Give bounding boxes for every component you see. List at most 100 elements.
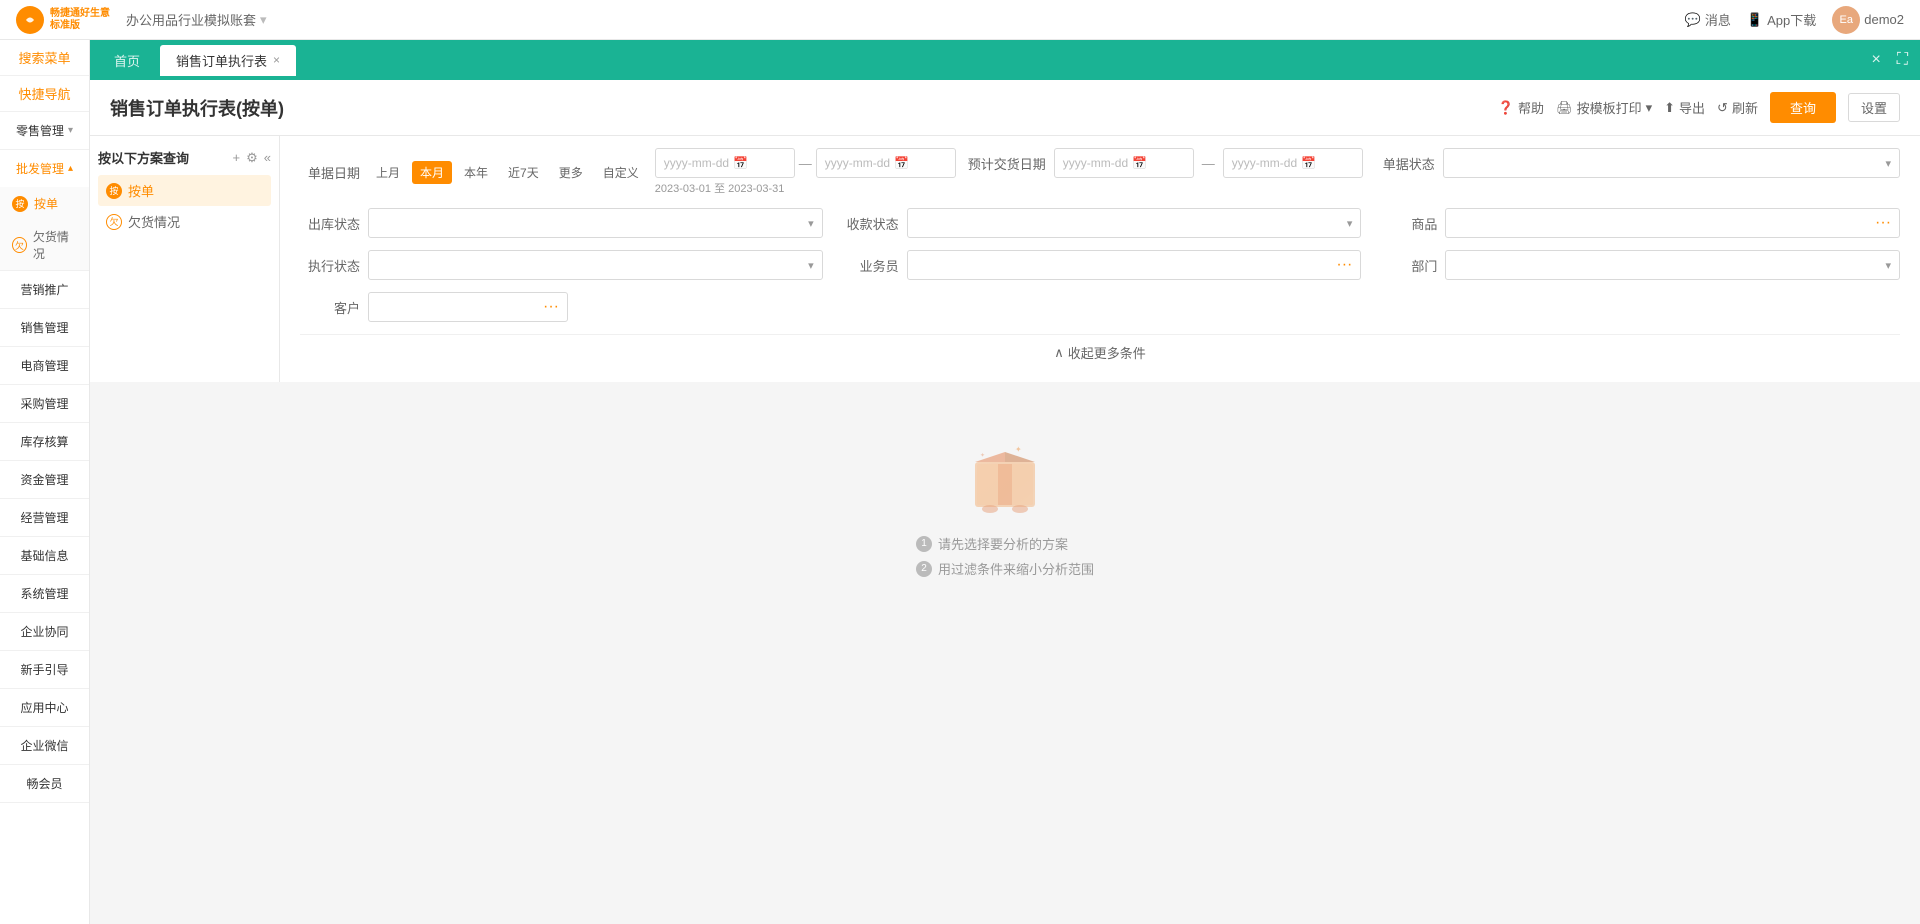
date-tab-more[interactable]: 更多 bbox=[551, 161, 591, 184]
sidebar-item-finance[interactable]: 资金管理 bbox=[0, 461, 89, 498]
ship-status-group: 出库状态 ▾ bbox=[300, 208, 823, 238]
expected-date-to-input[interactable]: yyyy-mm-dd 📅 bbox=[1223, 148, 1363, 178]
sidebar-item-marketing[interactable]: 营销推广 bbox=[0, 271, 89, 308]
empty-state: ✦ ✦ 1 请先选择要分析的方案 2 用过滤条件来缩小分析范围 bbox=[916, 422, 1094, 578]
side-filter-item-debt[interactable]: 欠 欠货情况 bbox=[98, 206, 271, 237]
messages-button[interactable]: 💬 消息 bbox=[1685, 10, 1731, 29]
sidebar-quick-nav[interactable]: 快捷导航 bbox=[0, 76, 89, 112]
sidebar-item-member[interactable]: 畅会员 bbox=[0, 765, 89, 802]
sidebar-item-inventory[interactable]: 库存核算 bbox=[0, 423, 89, 460]
sidebar-sub-item-by-order[interactable]: 按 按单 bbox=[0, 187, 89, 220]
sidebar-search[interactable]: 搜索菜单 bbox=[0, 40, 89, 76]
expected-date-from-placeholder: yyyy-mm-dd bbox=[1063, 156, 1128, 170]
collapse-bar[interactable]: ∧ 收起更多条件 bbox=[300, 334, 1900, 370]
customer-select[interactable]: ··· bbox=[368, 292, 568, 322]
date-tab-last-month[interactable]: 上月 bbox=[368, 161, 408, 184]
sidebar-section-inventory: 库存核算 bbox=[0, 423, 89, 461]
refresh-label: 刷新 bbox=[1732, 98, 1758, 117]
exec-status-arrow: ▾ bbox=[808, 259, 814, 272]
ship-status-label: 出库状态 bbox=[300, 214, 360, 233]
export-label: 导出 bbox=[1679, 98, 1705, 117]
doc-status-arrow: ▾ bbox=[1885, 157, 1891, 170]
help-button[interactable]: ❓ 帮助 bbox=[1498, 98, 1544, 117]
sidebar-item-sales[interactable]: 销售管理 bbox=[0, 309, 89, 346]
calendar-icon-exp-to: 📅 bbox=[1301, 156, 1316, 170]
salesperson-dots: ··· bbox=[1336, 256, 1352, 274]
product-group: 商品 ··· bbox=[1377, 208, 1900, 238]
sidebar-item-inventory-label: 库存核算 bbox=[20, 433, 68, 450]
payment-status-label: 收款状态 bbox=[839, 214, 899, 233]
sidebar-item-app-center[interactable]: 应用中心 bbox=[0, 689, 89, 726]
sidebar-item-member-label: 畅会员 bbox=[26, 775, 62, 792]
sidebar-section-enterprise: 企业协同 bbox=[0, 613, 89, 651]
tab-home[interactable]: 首页 bbox=[98, 45, 156, 76]
sidebar-item-retail[interactable]: 零售管理 ▾ bbox=[0, 112, 89, 149]
sidebar-section-ecommerce: 电商管理 bbox=[0, 347, 89, 385]
sidebar-item-operations[interactable]: 经营管理 bbox=[0, 499, 89, 536]
department-select[interactable]: ▾ bbox=[1445, 250, 1900, 280]
date-range-sep: — bbox=[799, 156, 812, 171]
department-label: 部门 bbox=[1377, 256, 1437, 275]
date-tab-custom[interactable]: 自定义 bbox=[595, 161, 647, 184]
doc-status-select[interactable]: ▾ bbox=[1443, 148, 1900, 178]
query-button[interactable]: 查询 bbox=[1770, 92, 1836, 123]
edit-scheme-icon[interactable]: ⚙ bbox=[246, 150, 258, 166]
sidebar-item-enterprise[interactable]: 企业协同 bbox=[0, 613, 89, 650]
exec-status-label: 执行状态 bbox=[300, 256, 360, 275]
salesperson-select[interactable]: ··· bbox=[907, 250, 1362, 280]
tab-expand-button[interactable]: ⛶ bbox=[1893, 47, 1912, 73]
tab-sales-exec-close[interactable]: × bbox=[273, 53, 280, 67]
print-button[interactable]: 🖨 按模板打印 ▾ bbox=[1556, 98, 1652, 117]
settings-button[interactable]: 设置 bbox=[1848, 93, 1900, 122]
sidebar-item-basic[interactable]: 基础信息 bbox=[0, 537, 89, 574]
filter-body: 按以下方案查询 + ⚙ « 按 按单 欠 欠货情况 bbox=[90, 136, 1920, 382]
retail-expand-icon: ▾ bbox=[68, 125, 73, 136]
filter-row-3: 执行状态 ▾ 业务员 ··· bbox=[300, 250, 1900, 280]
logo-area: 畅捷通好生意 标准版 bbox=[16, 6, 110, 34]
payment-status-select[interactable]: ▾ bbox=[907, 208, 1362, 238]
breadcrumb: 办公用品行业模拟账套 ▾ bbox=[126, 10, 267, 29]
sidebar-item-purchase[interactable]: 采购管理 bbox=[0, 385, 89, 422]
doc-status-label: 单据状态 bbox=[1375, 154, 1435, 173]
expected-date-sep: — bbox=[1202, 156, 1215, 171]
app-download-label: App下载 bbox=[1767, 10, 1816, 29]
sidebar-section-purchase: 采购管理 bbox=[0, 385, 89, 423]
sidebar-sub-item-debt[interactable]: 欠 欠货情况 bbox=[0, 220, 89, 270]
empty-tips: 1 请先选择要分析的方案 2 用过滤条件来缩小分析范围 bbox=[916, 534, 1094, 578]
expected-date-from-input[interactable]: yyyy-mm-dd 📅 bbox=[1054, 148, 1194, 178]
page-content: 销售订单执行表(按单) ❓ 帮助 🖨 按模板打印 ▾ ⬆ 导出 bbox=[90, 80, 1920, 924]
sidebar-item-newbie[interactable]: 新手引导 bbox=[0, 651, 89, 688]
date-tab-last7[interactable]: 近7天 bbox=[500, 161, 547, 184]
sidebar-item-system[interactable]: 系统管理 bbox=[0, 575, 89, 612]
date-tab-this-year[interactable]: 本年 bbox=[456, 161, 496, 184]
collapse-scheme-icon[interactable]: « bbox=[264, 150, 271, 166]
sidebar-item-wholesale[interactable]: 批发管理 ▴ bbox=[0, 150, 89, 187]
product-select[interactable]: ··· bbox=[1445, 208, 1900, 238]
tab-sales-exec-label: 销售订单执行表 bbox=[176, 51, 267, 70]
wholesale-expand-icon: ▴ bbox=[68, 163, 73, 174]
date-tab-this-month[interactable]: 本月 bbox=[412, 161, 452, 184]
date-from-input[interactable]: yyyy-mm-dd 📅 bbox=[655, 148, 795, 178]
tab-sales-exec[interactable]: 销售订单执行表 × bbox=[160, 45, 296, 76]
sidebar-item-app-center-label: 应用中心 bbox=[20, 699, 68, 716]
sidebar-item-wechat[interactable]: 企业微信 bbox=[0, 727, 89, 764]
export-button[interactable]: ⬆ 导出 bbox=[1664, 98, 1705, 117]
add-scheme-icon[interactable]: + bbox=[233, 150, 241, 166]
sidebar-section-basic: 基础信息 bbox=[0, 537, 89, 575]
export-icon: ⬆ bbox=[1664, 100, 1675, 116]
user-menu[interactable]: Ea demo2 bbox=[1832, 6, 1904, 34]
empty-tip-1: 1 请先选择要分析的方案 bbox=[916, 534, 1094, 553]
page-title: 销售订单执行表(按单) bbox=[110, 95, 284, 121]
tip-1-text: 请先选择要分析的方案 bbox=[938, 534, 1068, 553]
logo-text: 畅捷通好生意 标准版 bbox=[50, 8, 110, 32]
date-to-input[interactable]: yyyy-mm-dd 📅 bbox=[816, 148, 956, 178]
ship-status-select[interactable]: ▾ bbox=[368, 208, 823, 238]
refresh-button[interactable]: ↺ 刷新 bbox=[1717, 98, 1758, 117]
app-download-button[interactable]: 📱 App下载 bbox=[1747, 10, 1816, 29]
exec-status-select[interactable]: ▾ bbox=[368, 250, 823, 280]
date-range-text: 2023-03-01 至 2023-03-31 bbox=[655, 180, 956, 196]
tab-home-label: 首页 bbox=[114, 51, 140, 70]
sidebar-item-ecommerce[interactable]: 电商管理 bbox=[0, 347, 89, 384]
side-filter-item-by-order[interactable]: 按 按单 bbox=[98, 175, 271, 206]
tab-close-all-button[interactable]: × bbox=[1867, 47, 1884, 73]
